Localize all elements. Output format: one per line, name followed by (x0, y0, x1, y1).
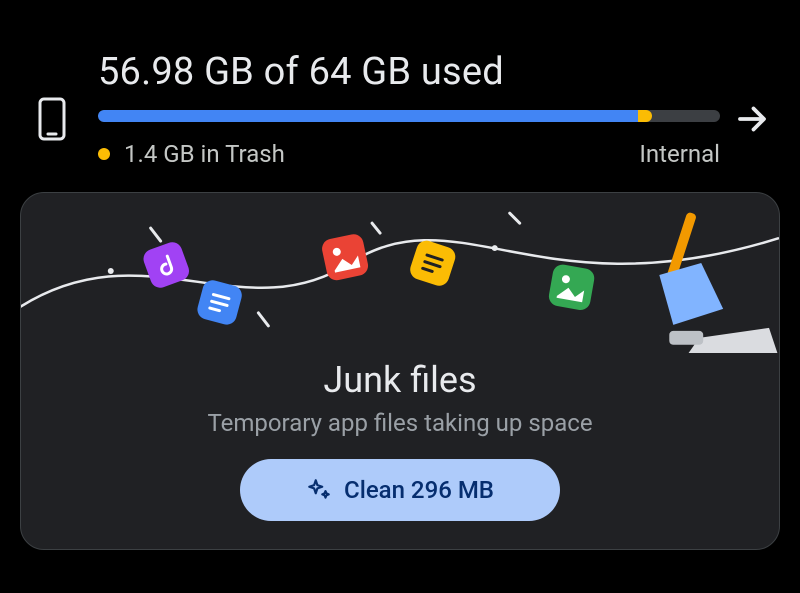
storage-summary[interactable]: 56.98 GB of 64 GB used 1.4 GB in Trash I… (0, 0, 800, 168)
arrow-right-icon[interactable] (728, 101, 776, 137)
sparkle-icon (306, 477, 332, 503)
junk-files-illustration (21, 193, 779, 353)
junk-files-title: Junk files (21, 359, 779, 401)
clean-button-label: Clean 296 MB (344, 476, 494, 504)
storage-location: Internal (639, 140, 720, 168)
trash-info: 1.4 GB in Trash (98, 140, 285, 168)
storage-progress-trash (638, 110, 652, 122)
broom-icon (659, 212, 779, 353)
trash-text: 1.4 GB in Trash (124, 140, 285, 168)
storage-progress-bar (98, 110, 720, 122)
storage-details: 56.98 GB of 64 GB used 1.4 GB in Trash I… (80, 50, 728, 168)
clean-button[interactable]: Clean 296 MB (240, 459, 560, 521)
phone-icon (24, 97, 80, 141)
junk-files-subtitle: Temporary app files taking up space (21, 409, 779, 437)
trash-indicator-dot-icon (98, 148, 110, 160)
junk-files-card: Junk files Temporary app files taking up… (20, 192, 780, 550)
storage-progress-used (98, 110, 638, 122)
storage-used-text: 56.98 GB of 64 GB used (98, 50, 720, 94)
